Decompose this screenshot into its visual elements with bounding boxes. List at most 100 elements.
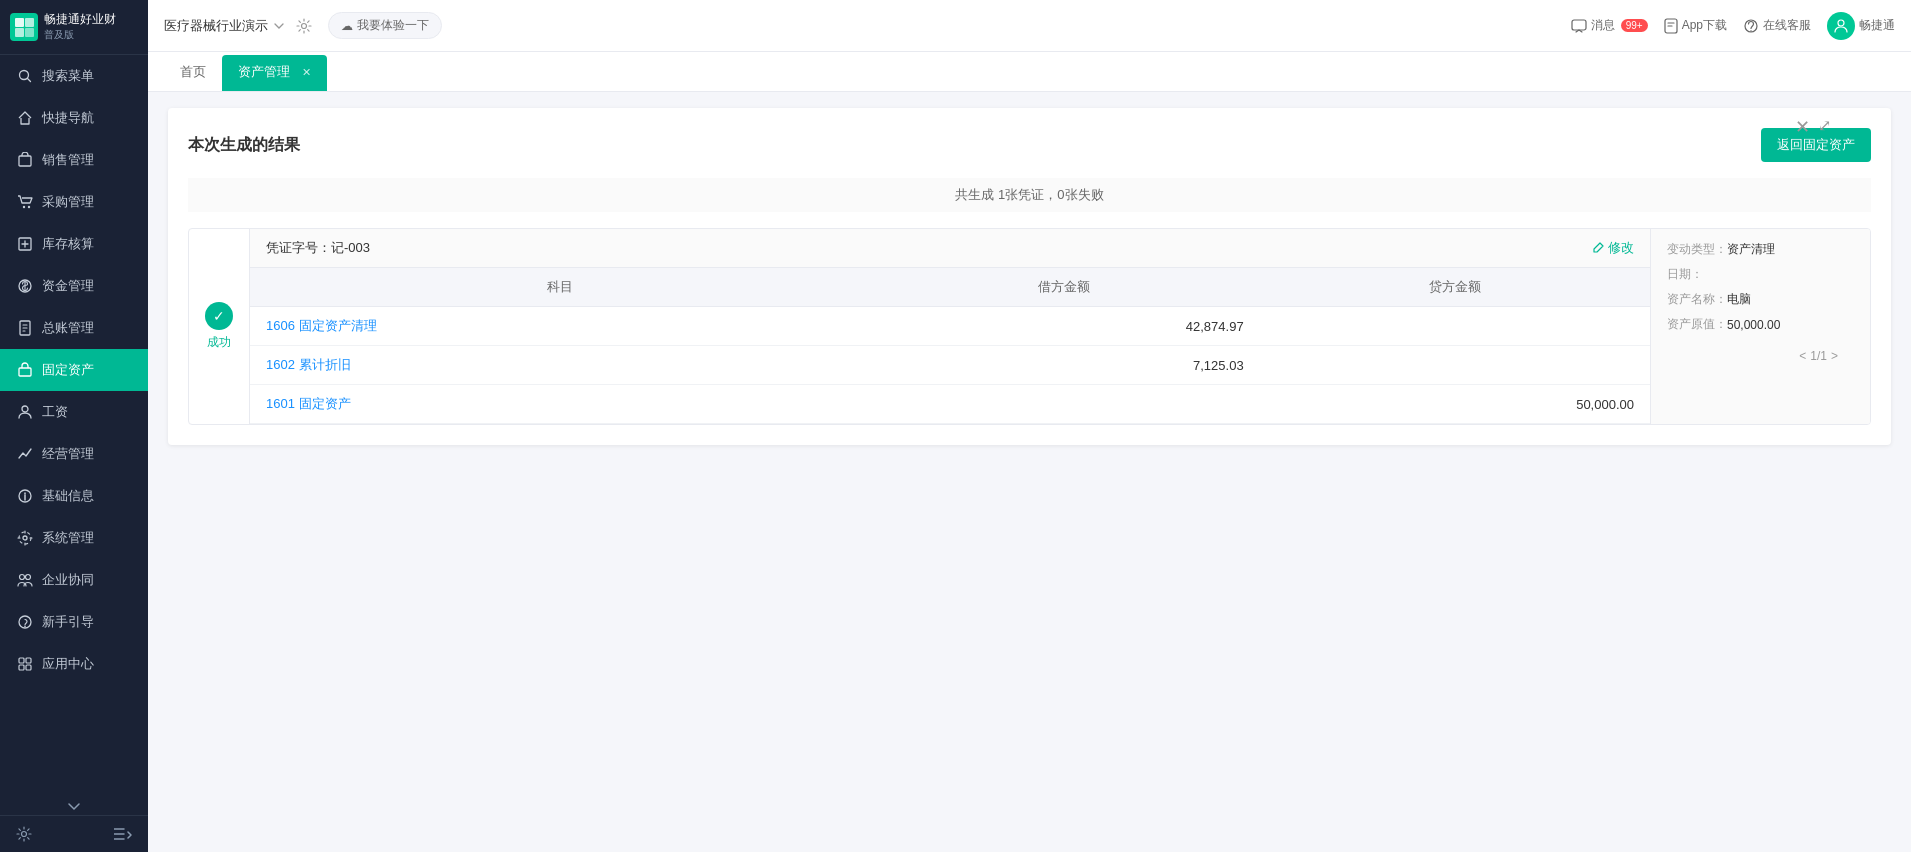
topbar: 医疗器械行业演示 ☁ 我要体验一下 消息 99 App下载 (148, 0, 1911, 52)
sidebar-item-base-info[interactable]: 基础信息 (0, 475, 148, 517)
asset-name-label: 资产名称： (1667, 291, 1727, 308)
voucher-table: 科目 借方金额 贷方金额 1606 固定资产清理 42,874.97 1602 … (250, 268, 1650, 424)
search-icon (16, 67, 34, 85)
cloud-icon: ☁ (341, 19, 353, 33)
tab-asset-management[interactable]: 资产管理 ✕ (222, 55, 327, 91)
row-debit-2 (869, 385, 1259, 424)
svg-rect-2 (15, 28, 24, 37)
sidebar-logo: 畅捷通好业财 普及版 (0, 0, 148, 55)
side-info-panel: 变动类型： 资产清理 日期： 资产名称： 电脑 资产原值： 50,000.00 (1650, 229, 1870, 424)
pagination-info: 1/1 (1810, 349, 1827, 363)
ledger-icon (16, 319, 34, 337)
voucher-number: 凭证字号：记-003 (266, 239, 370, 257)
topbar-settings-icon[interactable] (296, 18, 312, 34)
table-row: 1602 累计折旧 7,125.03 (250, 346, 1650, 385)
sidebar-item-sales[interactable]: 销售管理 (0, 139, 148, 181)
svg-point-30 (1838, 20, 1844, 26)
edit-button[interactable]: 修改 (1592, 239, 1634, 257)
close-panel-icon[interactable]: ✕ (1795, 116, 1810, 138)
page-title: 本次生成的结果 (188, 135, 300, 156)
voucher-header: 凭证字号：记-003 修改 (250, 229, 1650, 268)
change-type-value: 资产清理 (1727, 241, 1775, 258)
app-download-button[interactable]: App下载 (1664, 17, 1727, 34)
sidebar-item-system[interactable]: 系统管理 (0, 517, 148, 559)
result-panel: 本次生成的结果 返回固定资产 ✕ ⤢ 共生成 1张凭证，0张失败 ✓ 成功 (168, 108, 1891, 445)
system-icon (16, 529, 34, 547)
messages-button[interactable]: 消息 99 (1571, 17, 1648, 34)
success-icon: ✓ (205, 302, 233, 330)
expand-panel-icon[interactable]: ⤢ (1818, 116, 1831, 138)
settings-icon[interactable] (16, 826, 32, 842)
summary-text: 共生成 1张凭证，0张失败 (188, 178, 1871, 212)
sidebar-item-ledger[interactable]: 总账管理 (0, 307, 148, 349)
svg-rect-11 (19, 368, 31, 376)
asset-value-row: 资产原值： 50,000.00 (1667, 316, 1854, 333)
row-debit-1: 7,125.03 (869, 346, 1259, 385)
sidebar-item-cooperation[interactable]: 企业协同 (0, 559, 148, 601)
user-name: 畅捷通 (1859, 17, 1895, 34)
svg-rect-5 (19, 156, 31, 166)
experience-button[interactable]: ☁ 我要体验一下 (328, 12, 442, 39)
tabbar: 首页 资产管理 ✕ (148, 52, 1911, 92)
sidebar-item-purchase[interactable]: 采购管理 (0, 181, 148, 223)
company-dropdown-icon[interactable] (274, 23, 284, 29)
pagination-prev[interactable]: < (1799, 349, 1806, 363)
svg-rect-1 (25, 18, 34, 27)
svg-rect-26 (1572, 20, 1586, 30)
funds-icon (16, 277, 34, 295)
asset-value-label: 资产原值： (1667, 316, 1727, 333)
app-name: 畅捷通好业财 (44, 12, 116, 28)
experience-label: 我要体验一下 (357, 17, 429, 34)
app-download-label: App下载 (1682, 17, 1727, 34)
sidebar-item-app-center[interactable]: 应用中心 (0, 643, 148, 685)
change-type-label: 变动类型： (1667, 241, 1727, 258)
company-name: 医疗器械行业演示 (164, 17, 268, 35)
inventory-icon (16, 235, 34, 253)
sidebar-item-payroll[interactable]: 工资 (0, 391, 148, 433)
sidebar-item-guide[interactable]: 新手引导 (0, 601, 148, 643)
sidebar-item-quick-nav[interactable]: 快捷导航 (0, 97, 148, 139)
svg-rect-21 (26, 658, 31, 663)
sidebar-item-inventory[interactable]: 库存核算 (0, 223, 148, 265)
svg-point-29 (1750, 30, 1752, 32)
svg-rect-3 (25, 28, 34, 37)
sales-icon (16, 151, 34, 169)
collapse-icon[interactable] (114, 828, 132, 840)
user-menu[interactable]: 畅捷通 (1827, 12, 1895, 40)
asset-name-value: 电脑 (1727, 291, 1751, 308)
svg-rect-0 (15, 18, 24, 27)
svg-point-17 (26, 574, 31, 579)
svg-rect-23 (26, 665, 31, 670)
asset-value-value: 50,000.00 (1727, 318, 1780, 332)
app-edition: 普及版 (44, 28, 116, 42)
panel-header: 本次生成的结果 返回固定资产 (188, 128, 1871, 162)
online-support-label: 在线客服 (1763, 17, 1811, 34)
sidebar-item-search[interactable]: 搜索菜单 (0, 55, 148, 97)
svg-rect-20 (19, 658, 24, 663)
sidebar-item-fixed-assets[interactable]: 固定资产 (0, 349, 148, 391)
table-row: 1601 固定资产 50,000.00 (250, 385, 1650, 424)
change-type-row: 变动类型： 资产清理 (1667, 241, 1854, 258)
operations-icon (16, 445, 34, 463)
sidebar-item-funds[interactable]: 资金管理 (0, 265, 148, 307)
online-support-button[interactable]: 在线客服 (1743, 17, 1811, 34)
asset-name-row: 资产名称： 电脑 (1667, 291, 1854, 308)
tab-home[interactable]: 首页 (164, 55, 222, 91)
table-row: 1606 固定资产清理 42,874.97 (250, 307, 1650, 346)
topbar-right: 消息 99 App下载 在线客服 畅捷通 (1571, 12, 1895, 40)
messages-badge: 99 (1621, 19, 1648, 32)
base-info-icon (16, 487, 34, 505)
row-subject-0: 1606 固定资产清理 (250, 307, 869, 346)
voucher-section: ✓ 成功 凭证字号：记-003 修改 (188, 228, 1871, 425)
svg-point-15 (19, 532, 31, 544)
messages-label: 消息 (1591, 17, 1615, 34)
guide-icon (16, 613, 34, 631)
sidebar-scroll-down[interactable] (0, 799, 148, 815)
pagination-next[interactable]: > (1831, 349, 1838, 363)
svg-point-19 (24, 625, 26, 627)
svg-point-16 (20, 574, 25, 579)
svg-point-14 (23, 536, 27, 540)
sidebar-item-operations[interactable]: 经营管理 (0, 433, 148, 475)
row-debit-0: 42,874.97 (869, 307, 1259, 346)
tab-close-icon[interactable]: ✕ (302, 66, 311, 78)
